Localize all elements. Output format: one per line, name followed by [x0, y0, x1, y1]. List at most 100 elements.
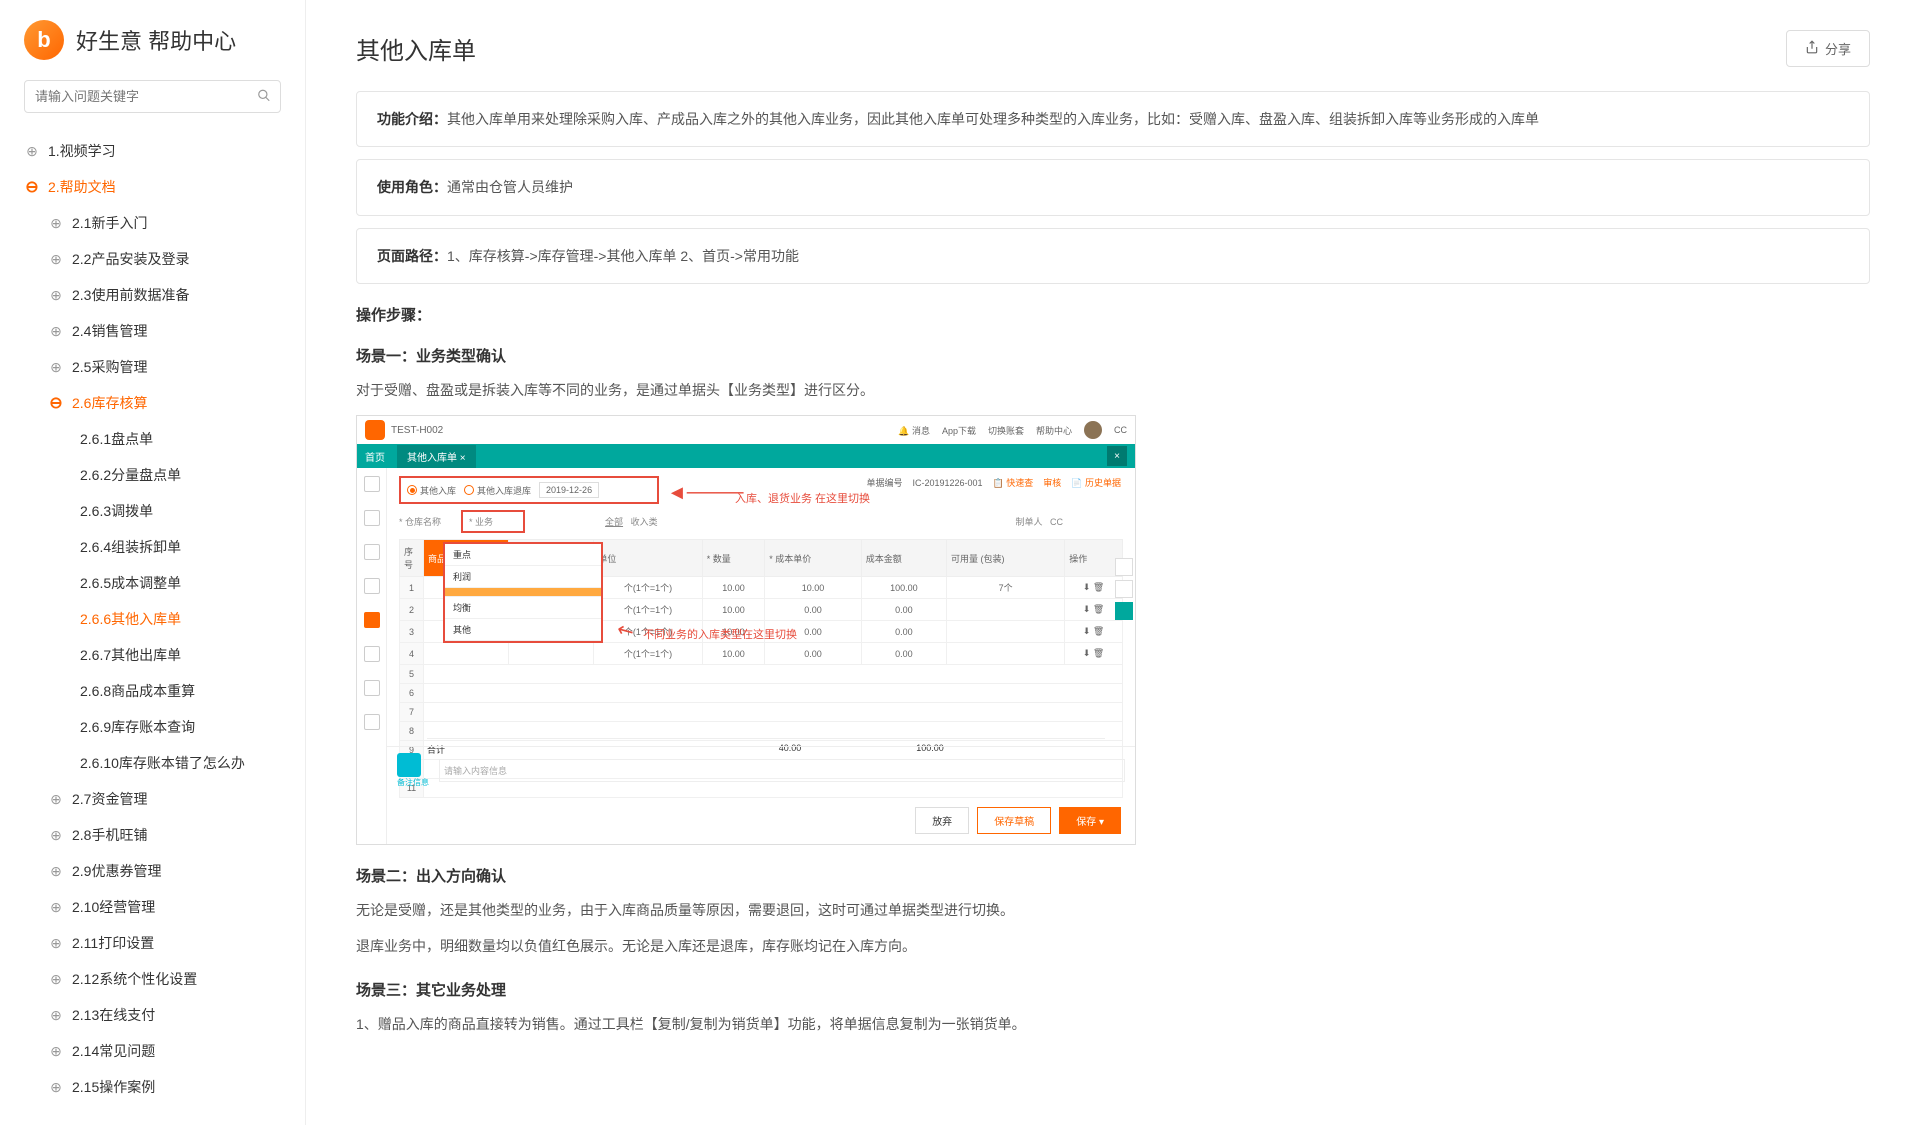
ss-hr-item: 帮助中心	[1036, 424, 1072, 437]
nav-item-2-5[interactable]: ⊕ 2.5采购管理	[0, 349, 305, 385]
logo-text: 好生意 帮助中心	[76, 24, 236, 56]
nav-label: 2.6.1盘点单	[80, 429, 153, 449]
search-icon[interactable]	[257, 88, 271, 105]
embedded-screenshot: TEST-H002 🔔 消息 App下载 切换账套 帮助中心 CC 首页 其他入…	[356, 415, 1136, 845]
plus-icon: ⊕	[48, 359, 64, 375]
nav-item-2-2[interactable]: ⊕2.2产品安装及登录	[0, 241, 305, 277]
nav-item-2-6-6[interactable]: 2.6.6其他入库单	[0, 601, 305, 637]
nav-label: 2.9优惠券管理	[72, 861, 161, 881]
nav-label: 2.6.10库存账本错了怎么办	[80, 753, 245, 773]
nav-item-2-6-4[interactable]: 2.6.4组装拆卸单	[0, 529, 305, 565]
table-row: 6	[400, 684, 1123, 703]
page-header: 其他入库单 分享	[356, 30, 1870, 67]
plus-icon: ⊕	[48, 1007, 64, 1023]
tool-icon	[1115, 580, 1133, 598]
scene2-text2: 退库业务中，明细数量均以负值红色展示。无论是入库还是退库，库存账均记在入库方向。	[356, 934, 1870, 959]
plus-icon: ⊕	[48, 1043, 64, 1059]
nav-item-2-11[interactable]: ⊕2.11打印设置	[0, 925, 305, 961]
info-box-path: 页面路径：1、库存核算->库存管理->其他入库单 2、首页->常用功能	[356, 228, 1870, 284]
ss-doc-info: 单据编号 IC-20191226-001 📋 快速查 审核 📄 历史单据	[866, 476, 1121, 489]
ss-side-icon	[364, 510, 380, 526]
nav-item-2-3[interactable]: ⊕2.3使用前数据准备	[0, 277, 305, 313]
nav-item-2-6-2[interactable]: 2.6.2分量盘点单	[0, 457, 305, 493]
ss-body: 其他入库 其他入库退库 2019-12-26 ◄──── 入库、退货业务 在这里…	[357, 468, 1135, 844]
filter-label: * 仓库名称	[399, 515, 441, 528]
nav-label: 2.3使用前数据准备	[72, 285, 189, 305]
page-title: 其他入库单	[356, 31, 476, 66]
nav-item-2-13[interactable]: ⊕2.13在线支付	[0, 997, 305, 1033]
share-button[interactable]: 分享	[1786, 30, 1870, 67]
th: 操作	[1065, 540, 1123, 577]
scene2-text1: 无论是受赠，还是其他类型的业务，由于入库商品质量等原因，需要退回，这时可通过单据…	[356, 898, 1870, 923]
ss-logo-icon	[365, 420, 385, 440]
plus-icon: ⊕	[48, 1079, 64, 1095]
plus-icon: ⊕	[48, 251, 64, 267]
arrow-icon: ◄────	[667, 482, 743, 505]
nav-label: 2.7资金管理	[72, 789, 147, 809]
nav-label: 2.6.6其他入库单	[80, 609, 181, 629]
ss-date: 2019-12-26	[539, 482, 599, 498]
nav-label: 2.15操作案例	[72, 1077, 155, 1097]
nav-item-2-1[interactable]: ⊕2.1新手入门	[0, 205, 305, 241]
nav-item-2-6-10[interactable]: 2.6.10库存账本错了怎么办	[0, 745, 305, 781]
th: * 数量	[702, 540, 764, 577]
nav-item-2-7[interactable]: ⊕2.7资金管理	[0, 781, 305, 817]
share-icon	[1805, 40, 1819, 57]
nav-item-2-10[interactable]: ⊕2.10经营管理	[0, 889, 305, 925]
nav-item-2-8[interactable]: ⊕ 2.8手机旺铺	[0, 817, 305, 853]
nav-item-2-15[interactable]: ⊕ 2.15操作案例	[0, 1069, 305, 1105]
scene1-text: 对于受赠、盘盈或是拆装入库等不同的业务，是通过单据头【业务类型】进行区分。	[356, 378, 1870, 403]
minus-icon: ⊖	[48, 395, 64, 411]
plus-icon: ⊕	[48, 863, 64, 879]
nav-item-2-6-9[interactable]: 2.6.9库存账本查询	[0, 709, 305, 745]
th: 可用量 (包装)	[946, 540, 1064, 577]
nav-label: 2.5采购管理	[72, 357, 147, 377]
ss-avatar-icon	[1084, 421, 1102, 439]
nav-item-2-6-8[interactable]: 2.6.8商品成本重算	[0, 673, 305, 709]
nav-item-2-9[interactable]: ⊕ 2.9优惠券管理	[0, 853, 305, 889]
nav-item-2-4[interactable]: ⊕2.4销售管理	[0, 313, 305, 349]
search-input[interactable]	[24, 80, 281, 113]
info-text: 其他入库单用来处理除采购入库、产成品入库之外的其他入库业务，因此其他入库单可处理…	[447, 111, 1539, 127]
minus-icon: ⊖	[24, 179, 40, 195]
nav-item-docs[interactable]: ⊖2.帮助文档	[0, 169, 305, 205]
note-input: 请输入内容信息	[439, 759, 1125, 782]
ss-side-icon-active	[364, 612, 380, 628]
nav-item-2-6-5[interactable]: 2.6.5成本调整单	[0, 565, 305, 601]
nav-item-video[interactable]: ⊕1.视频学习	[0, 133, 305, 169]
ss-right-tools	[1115, 558, 1135, 620]
ss-bottom-buttons: 放弃 保存草稿 保存 ▾	[915, 807, 1121, 834]
nav-label: 2.8手机旺铺	[72, 825, 147, 845]
nav-label: 2.1新手入门	[72, 213, 147, 233]
nav-label: 2.6库存核算	[72, 393, 147, 413]
dd-item: 重点	[445, 544, 601, 566]
plus-icon: ⊕	[48, 827, 64, 843]
info-box-intro: 功能介绍：其他入库单用来处理除采购入库、产成品入库之外的其他入库业务，因此其他入…	[356, 91, 1870, 147]
btn-draft: 保存草稿	[977, 807, 1051, 834]
nav-item-2-6[interactable]: ⊖ 2.6库存核算	[0, 385, 305, 421]
nav-label: 2.14常见问题	[72, 1041, 155, 1061]
btn-save: 保存 ▾	[1059, 807, 1121, 834]
ss-header: TEST-H002 🔔 消息 App下载 切换账套 帮助中心 CC	[357, 416, 1135, 444]
scene1-title: 场景一：业务类型确认	[356, 345, 1870, 366]
ss-app-name: TEST-H002	[391, 425, 443, 436]
th: 单位	[594, 540, 702, 577]
nav-item-2-6-1[interactable]: 2.6.1盘点单	[0, 421, 305, 457]
ss-side-icon	[364, 544, 380, 560]
nav-item-2-6-7[interactable]: 2.6.7其他出库单	[0, 637, 305, 673]
logo-area: b 好生意 帮助中心	[0, 20, 305, 80]
scene3-text1: 1、赠品入库的商品直接转为销售。通过工具栏【复制/复制为销货单】功能，将单据信息…	[356, 1012, 1870, 1037]
nav-label: 2.11打印设置	[72, 933, 154, 953]
ss-dropdown: * 业务	[461, 510, 525, 533]
nav-list: ⊕1.视频学习 ⊖2.帮助文档 ⊕2.1新手入门 ⊕2.2产品安装及登录 ⊕2.…	[0, 133, 305, 1105]
ss-docno: IC-20191226-001	[912, 478, 982, 488]
annotation-text: 入库、退货业务 在这里切换	[735, 490, 870, 506]
nav-item-2-6-3[interactable]: 2.6.3调拨单	[0, 493, 305, 529]
info-label: 使用角色：	[377, 179, 447, 195]
nav-item-2-12[interactable]: ⊕2.12系统个性化设置	[0, 961, 305, 997]
radio-dot-icon	[407, 485, 417, 495]
nav-label: 2.6.9库存账本查询	[80, 717, 195, 737]
nav-item-2-14[interactable]: ⊕ 2.14常见问题	[0, 1033, 305, 1069]
ss-link: 审核	[1043, 476, 1061, 489]
ss-side-icon	[364, 646, 380, 662]
